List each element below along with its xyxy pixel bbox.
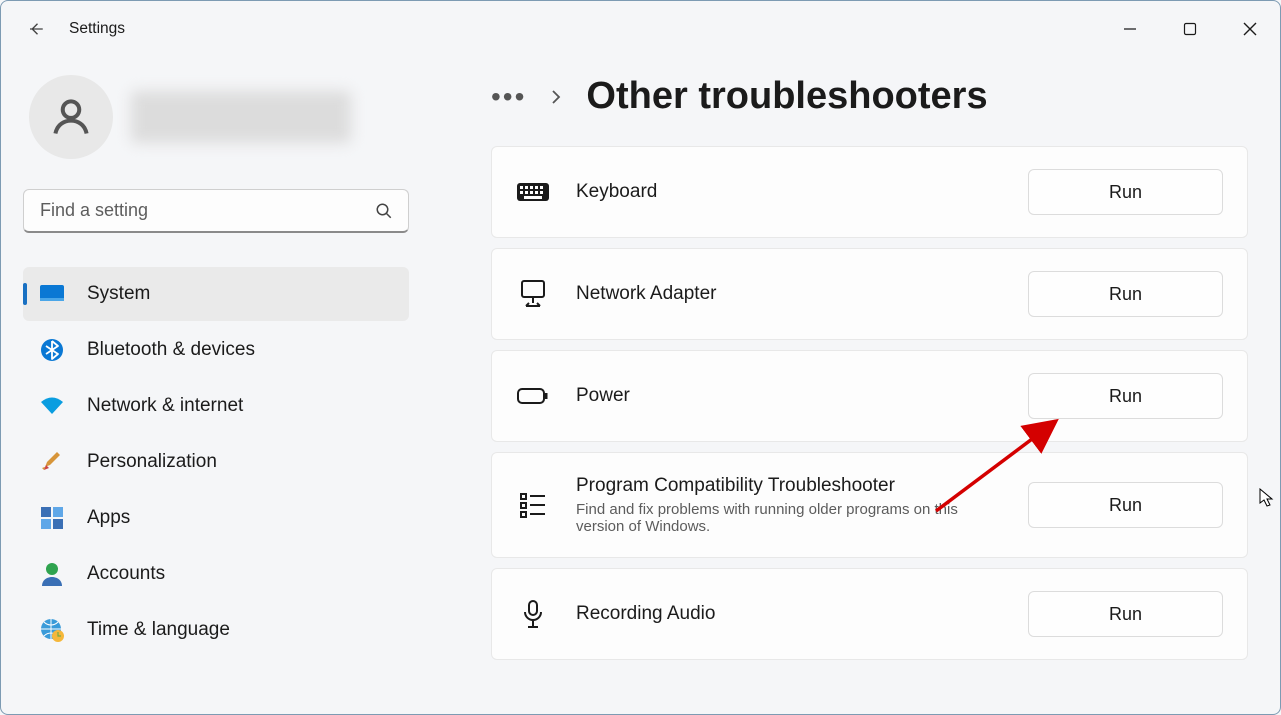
nav-label: Time & language: [87, 619, 230, 641]
run-button-keyboard[interactable]: Run: [1028, 169, 1223, 215]
run-button-recording[interactable]: Run: [1028, 591, 1223, 637]
card-subtitle: Find and fix problems with running older…: [576, 501, 1002, 535]
account-icon: [39, 561, 65, 587]
close-button[interactable]: [1220, 5, 1280, 53]
minimize-icon: [1123, 22, 1137, 36]
nav-item-system[interactable]: System: [23, 267, 409, 321]
battery-icon: [516, 381, 550, 411]
paintbrush-icon: [39, 449, 65, 475]
profile-name-redacted: [131, 91, 351, 143]
nav-label: Personalization: [87, 451, 217, 473]
arrow-left-icon: [27, 20, 45, 38]
nav-item-apps[interactable]: Apps: [23, 491, 409, 545]
breadcrumb-ellipsis[interactable]: •••: [491, 92, 526, 102]
nav-label: System: [87, 283, 150, 305]
search-icon: [375, 202, 393, 220]
profile-block[interactable]: [23, 75, 409, 159]
bluetooth-icon: [39, 337, 65, 363]
globe-clock-icon: [39, 617, 65, 643]
nav-item-time-language[interactable]: Time & language: [23, 603, 409, 657]
card-title: Power: [576, 385, 1002, 407]
troubleshooter-power: Power Run: [491, 350, 1248, 442]
nav-label: Apps: [87, 507, 130, 529]
chevron-right-icon: [548, 89, 564, 105]
display-icon: [39, 281, 65, 307]
window-controls: [1100, 5, 1280, 53]
troubleshooter-program-compat: Program Compatibility Troubleshooter Fin…: [491, 452, 1248, 558]
maximize-icon: [1183, 22, 1197, 36]
card-title: Program Compatibility Troubleshooter: [576, 475, 1002, 497]
microphone-icon: [516, 599, 550, 629]
card-body: Network Adapter: [576, 283, 1002, 305]
card-body: Keyboard: [576, 181, 1002, 203]
troubleshooter-recording-audio: Recording Audio Run: [491, 568, 1248, 660]
apps-icon: [39, 505, 65, 531]
run-button-power[interactable]: Run: [1028, 373, 1223, 419]
content: ••• Other troubleshooters Keyboard Run: [431, 57, 1280, 714]
list-settings-icon: [516, 490, 550, 520]
breadcrumb-row: ••• Other troubleshooters: [491, 75, 1248, 118]
titlebar-left: Settings: [25, 18, 125, 40]
card-body: Recording Audio: [576, 603, 1002, 625]
network-adapter-icon: [516, 279, 550, 309]
titlebar: Settings: [1, 1, 1280, 57]
avatar: [29, 75, 113, 159]
troubleshooter-keyboard: Keyboard Run: [491, 146, 1248, 238]
person-icon: [49, 95, 93, 139]
nav-item-personalization[interactable]: Personalization: [23, 435, 409, 489]
nav-item-network[interactable]: Network & internet: [23, 379, 409, 433]
page-title: Other troubleshooters: [586, 75, 987, 118]
nav: System Bluetooth & devices Network & int…: [23, 267, 409, 657]
keyboard-icon: [516, 177, 550, 207]
main-layout: System Bluetooth & devices Network & int…: [1, 57, 1280, 714]
card-title: Recording Audio: [576, 603, 1002, 625]
run-button-compat[interactable]: Run: [1028, 482, 1223, 528]
nav-label: Network & internet: [87, 395, 243, 417]
back-button[interactable]: [25, 18, 47, 40]
search-wrap: [23, 189, 409, 233]
app-title: Settings: [69, 20, 125, 38]
card-body: Power: [576, 385, 1002, 407]
maximize-button[interactable]: [1160, 5, 1220, 53]
card-title: Keyboard: [576, 181, 1002, 203]
wifi-icon: [39, 393, 65, 419]
run-button-network[interactable]: Run: [1028, 271, 1223, 317]
search-input[interactable]: [23, 189, 409, 233]
sidebar: System Bluetooth & devices Network & int…: [1, 57, 431, 714]
troubleshooter-network-adapter: Network Adapter Run: [491, 248, 1248, 340]
card-body: Program Compatibility Troubleshooter Fin…: [576, 475, 1002, 535]
close-icon: [1243, 22, 1257, 36]
minimize-button[interactable]: [1100, 5, 1160, 53]
nav-label: Bluetooth & devices: [87, 339, 255, 361]
nav-item-accounts[interactable]: Accounts: [23, 547, 409, 601]
nav-label: Accounts: [87, 563, 165, 585]
nav-item-bluetooth[interactable]: Bluetooth & devices: [23, 323, 409, 377]
settings-window: Settings: [0, 0, 1281, 715]
card-title: Network Adapter: [576, 283, 1002, 305]
